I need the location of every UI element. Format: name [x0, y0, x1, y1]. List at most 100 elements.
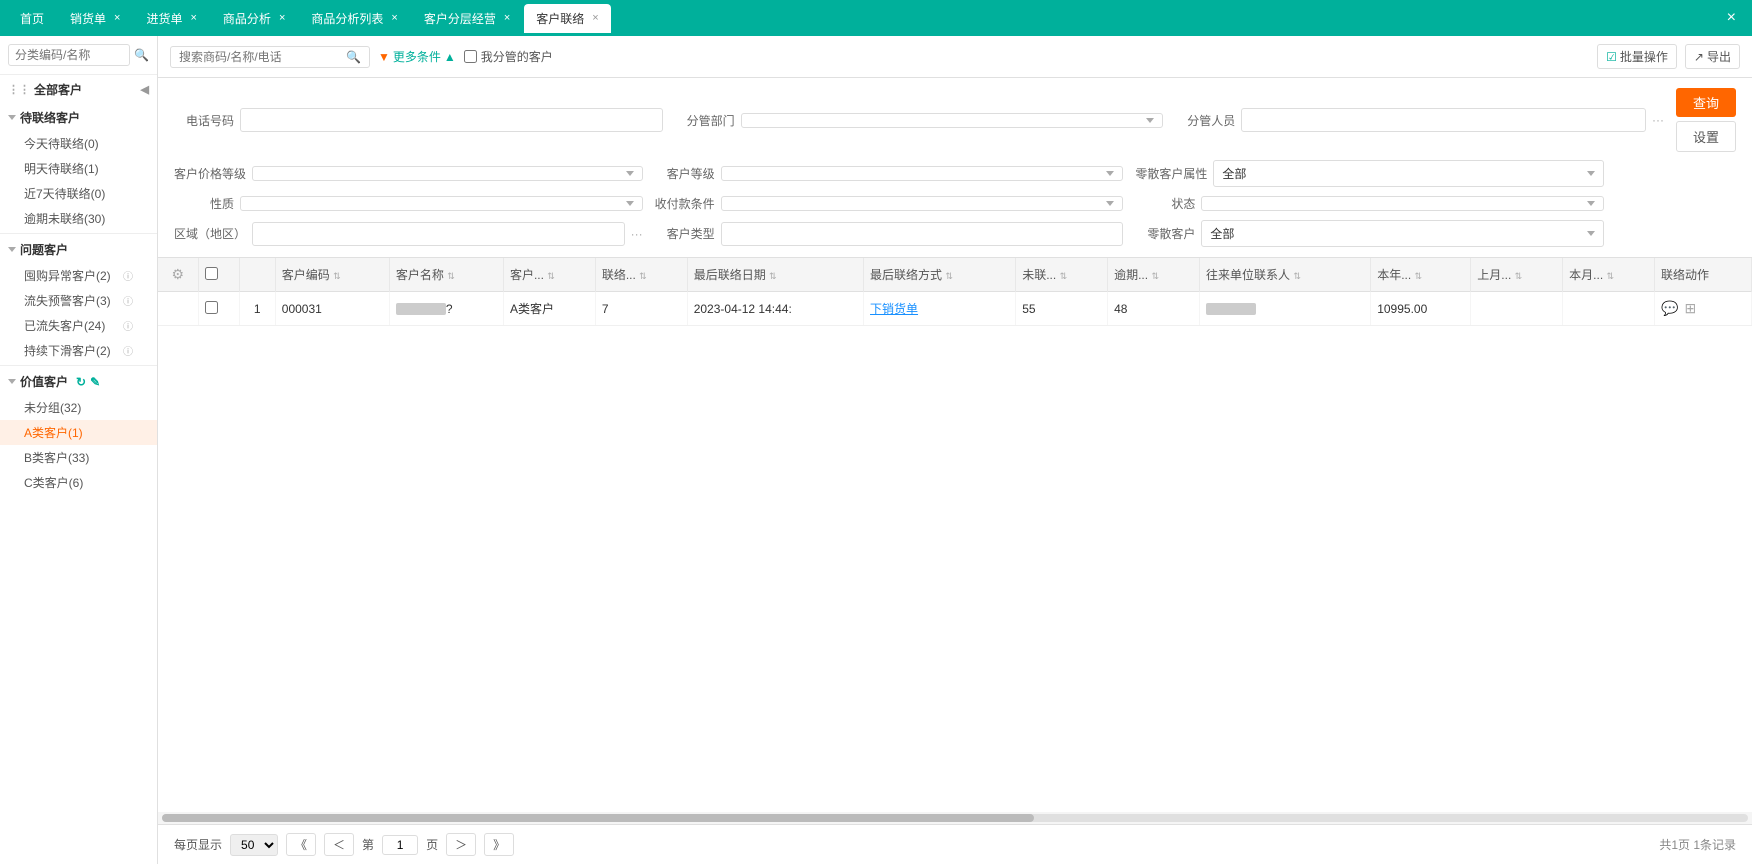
sidebar-item-tomorrow[interactable]: 明天待联络(1) [0, 156, 157, 181]
settings-btn[interactable]: 设置 [1676, 121, 1736, 152]
close-analysis-list-tab[interactable]: × [391, 12, 397, 24]
col-customer-code[interactable]: 客户编码 ⇅ [275, 258, 389, 292]
sidebar-search-wrap: 🔍 [0, 36, 157, 75]
settings-gear-icon[interactable]: ⚙ [171, 266, 184, 282]
tab-customer-contact[interactable]: 客户联络 × [524, 4, 610, 33]
person-dots-btn[interactable]: ··· [1652, 113, 1664, 127]
more-conditions-btn[interactable]: ▼ 更多条件 ▲ [378, 48, 456, 65]
main-search-icon[interactable]: 🔍 [346, 50, 361, 64]
tab-customer-tier[interactable]: 客户分层经营 × [412, 4, 522, 33]
row-checkbox[interactable] [205, 301, 218, 314]
cell-customer-name: ? [389, 292, 503, 326]
sidebar-item-today[interactable]: 今天待联络(0) [0, 131, 157, 156]
tab-analysis[interactable]: 商品分析 × [211, 4, 297, 33]
col-customer-level[interactable]: 客户... ⇅ [503, 258, 595, 292]
sidebar-item-ungroup[interactable]: 未分组(32) [0, 395, 157, 420]
table-container: ⚙ 客户编码 ⇅ 客户名称 ⇅ 客户... ⇅ 联络... ⇅ 最后联络日期 ⇅… [158, 258, 1752, 812]
batch-op-btn[interactable]: ☑ 批量操作 [1597, 44, 1677, 69]
sidebar-group-pending[interactable]: 待联络客户 [0, 104, 157, 131]
payment-arrow [1106, 201, 1114, 206]
close-analysis-tab[interactable]: × [279, 12, 285, 24]
col-uncontacted[interactable]: 未联... ⇅ [1016, 258, 1108, 292]
payment-select[interactable] [721, 196, 1124, 211]
dept-select[interactable] [741, 113, 1164, 128]
first-page-btn[interactable]: 《 [286, 833, 316, 856]
col-this-year[interactable]: 本年... ⇅ [1371, 258, 1471, 292]
sidebar-group-problem[interactable]: 问题客户 [0, 236, 157, 263]
page-size-select[interactable]: 50 [230, 834, 278, 856]
sidebar-item-attrition-warn[interactable]: 流失预警客户(3) ⓘ [0, 288, 157, 313]
customer-type-input[interactable] [721, 222, 1124, 246]
select-all-checkbox[interactable] [205, 267, 218, 280]
phone-input[interactable] [240, 108, 663, 132]
table-row: 1 000031 ? A类客户 7 2023-04-12 14:44: 下销货单… [158, 292, 1752, 326]
sidebar-item-lost[interactable]: 已流失客户(24) ⓘ [0, 313, 157, 338]
filter-row-1: 电话号码 分管部门 分管人员 ··· 查询 设置 [174, 88, 1736, 152]
col-settings[interactable]: ⚙ [158, 258, 198, 292]
col-unit-contacts[interactable]: 往来单位联系人 ⇅ [1199, 258, 1370, 292]
close-purchase-tab[interactable]: × [190, 12, 196, 24]
sidebar-item-a-class[interactable]: A类客户(1) [0, 420, 157, 445]
edit-icon[interactable]: ✎ [90, 375, 100, 389]
tab-purchase[interactable]: 进货单 × [134, 4, 208, 33]
region-dots-btn[interactable]: ··· [631, 227, 643, 241]
refresh-icon[interactable]: ↻ [76, 375, 86, 389]
col-customer-name[interactable]: 客户名称 ⇅ [389, 258, 503, 292]
tab-analysis-list[interactable]: 商品分析列表 × [299, 4, 409, 33]
price-level-select[interactable] [252, 166, 643, 181]
main-search-input[interactable] [179, 50, 342, 64]
close-customer-contact-tab[interactable]: × [592, 12, 598, 24]
scatter-select[interactable]: 全部 [1201, 220, 1604, 247]
sidebar-group-value[interactable]: 价值客户 ↻ ✎ [0, 368, 157, 395]
table-header-row: ⚙ 客户编码 ⇅ 客户名称 ⇅ 客户... ⇅ 联络... ⇅ 最后联络日期 ⇅… [158, 258, 1752, 292]
close-all-icon[interactable]: × [1719, 5, 1744, 30]
nature-arrow [626, 201, 634, 206]
cell-last-contact-date: 2023-04-12 14:44: [687, 292, 863, 326]
export-btn[interactable]: ↗ 导出 [1685, 44, 1740, 69]
sort-icon-method: ⇅ [945, 271, 953, 281]
sidebar-item-overdue[interactable]: 逾期未联络(30) [0, 206, 157, 231]
page-number-input[interactable] [382, 835, 418, 855]
filter-field-dept: 分管部门 [675, 112, 1164, 129]
region-input[interactable] [252, 222, 625, 246]
contact-method-link[interactable]: 下销货单 [870, 302, 918, 316]
next-page-btn[interactable]: ＞ [446, 833, 476, 856]
qr-action-icon[interactable]: ⊞ [1684, 300, 1696, 317]
sidebar-item-declining[interactable]: 持续下滑客户(2) ⓘ [0, 338, 157, 363]
query-btn[interactable]: 查询 [1676, 88, 1736, 117]
chat-action-icon[interactable]: 💬 [1661, 300, 1678, 317]
close-customer-tier-tab[interactable]: × [504, 12, 510, 24]
scroll-thumb[interactable] [162, 814, 1034, 822]
nature-select[interactable] [240, 196, 643, 211]
sidebar-item-b-class[interactable]: B类客户(33) [0, 445, 157, 470]
status-select[interactable] [1201, 196, 1604, 211]
last-page-btn[interactable]: 》 [484, 833, 514, 856]
col-last-month[interactable]: 上月... ⇅ [1471, 258, 1563, 292]
tab-sales[interactable]: 销货单 × [58, 4, 132, 33]
col-last-contact-method[interactable]: 最后联络方式 ⇅ [864, 258, 1016, 292]
col-contact-count[interactable]: 联络... ⇅ [595, 258, 687, 292]
customer-level-select[interactable] [721, 166, 1124, 181]
sidebar-search-input[interactable] [8, 44, 130, 66]
col-last-contact-date[interactable]: 最后联络日期 ⇅ [687, 258, 863, 292]
prev-page-btn[interactable]: ＜ [324, 833, 354, 856]
scatter-attr-select[interactable]: 全部 [1213, 160, 1604, 187]
close-sales-tab[interactable]: × [114, 12, 120, 24]
filter-right-actions: ☑ 批量操作 ↗ 导出 [1597, 44, 1740, 69]
person-input[interactable] [1241, 108, 1646, 132]
sidebar-item-7days[interactable]: 近7天待联络(0) [0, 181, 157, 206]
top-nav: 首页 销货单 × 进货单 × 商品分析 × 商品分析列表 × 客户分层经营 × … [0, 0, 1752, 36]
my-customers-checkbox[interactable] [464, 50, 477, 63]
filter-field-customer-level: 客户等级 [655, 165, 1124, 182]
cell-this-year: 10995.00 [1371, 292, 1471, 326]
sidebar-search-icon[interactable]: 🔍 [134, 48, 149, 62]
cell-last-contact-method[interactable]: 下销货单 [864, 292, 1016, 326]
sidebar-item-c-class[interactable]: C类客户(6) [0, 470, 157, 495]
col-this-month[interactable]: 本月... ⇅ [1563, 258, 1655, 292]
col-overdue[interactable]: 逾期... ⇅ [1108, 258, 1200, 292]
filter-field-customer-type: 客户类型 [655, 222, 1124, 246]
tab-home[interactable]: 首页 [8, 4, 56, 33]
horizontal-scrollbar[interactable] [158, 812, 1752, 824]
sidebar-item-abnormal[interactable]: 囤购异常客户(2) ⓘ [0, 263, 157, 288]
sidebar-all-customers[interactable]: ⋮⋮ 全部客户 ◀ [0, 75, 157, 104]
